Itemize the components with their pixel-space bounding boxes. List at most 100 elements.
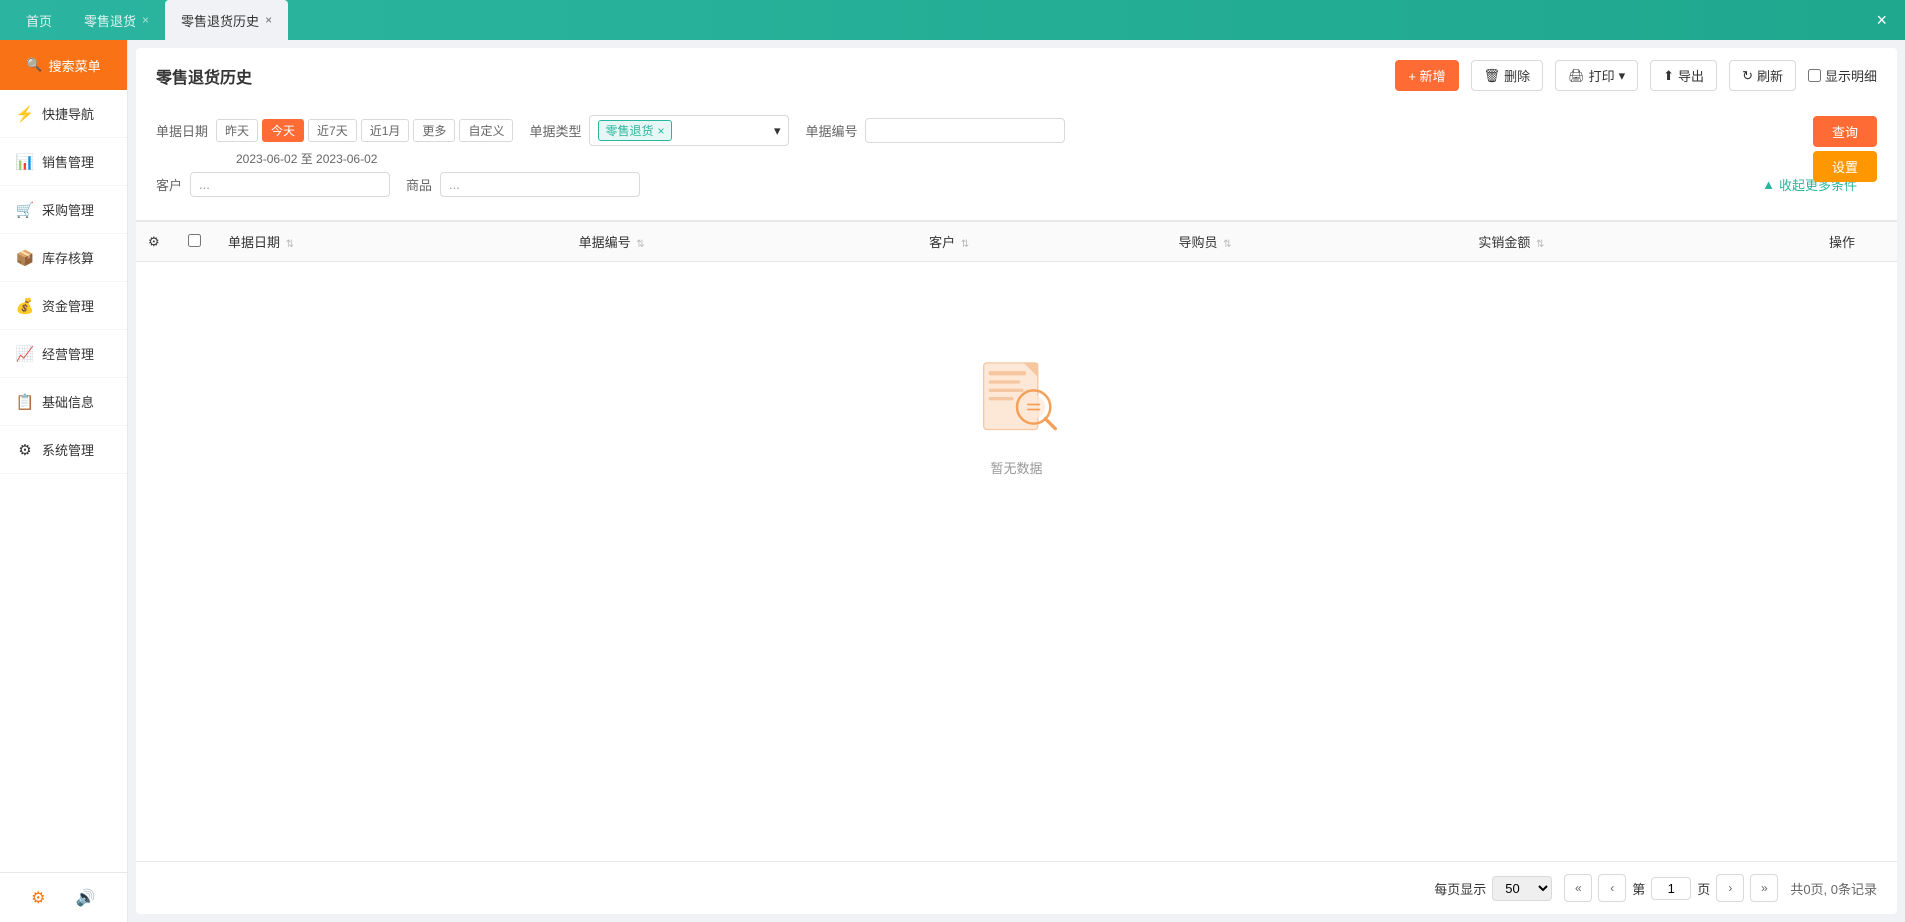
th-checkbox	[176, 222, 216, 262]
pagination-bar: 每页显示 20 50 100 « ‹ 第 1 页 › » 共0页, 0条记	[136, 861, 1897, 914]
pagination-size: 每页显示 20 50 100	[1434, 876, 1552, 901]
date-btn-today[interactable]: 今天	[262, 119, 304, 142]
basic-info-icon: 📋	[16, 393, 34, 411]
sidebar-bottom: ⚙ 🔊	[0, 872, 127, 922]
show-detail-checkbox-label[interactable]: 显示明细	[1808, 66, 1877, 85]
table-wrapper: ⚙ 单据日期 ⇅ 单据编号 ⇅	[136, 221, 1897, 861]
table-header-row: ⚙ 单据日期 ⇅ 单据编号 ⇅	[136, 222, 1897, 262]
prev-page-button[interactable]: ‹	[1598, 874, 1626, 902]
empty-text: 暂无数据	[990, 458, 1042, 477]
select-all-checkbox[interactable]	[188, 234, 201, 247]
th-amount[interactable]: 实销金额 ⇅	[1466, 222, 1817, 262]
th-settings[interactable]: ⚙	[136, 222, 176, 262]
print-dropdown-icon: ▾	[1619, 68, 1626, 84]
tab-retail-return-history-close[interactable]: ×	[265, 13, 272, 27]
sidebar-item-basic-info[interactable]: 📋 基础信息	[0, 378, 127, 426]
content-area: 零售退货历史 + 新增 🗑 删除 🖨 打印 ▾ ⬆	[128, 40, 1905, 922]
sidebar-nav: ⚡ 快捷导航 📊 销售管理 🛒 采购管理 📦 库存核算 💰 资金管理 📈	[0, 90, 127, 872]
quick-nav-icon: ⚡	[16, 105, 34, 123]
refresh-button[interactable]: ↻ 刷新	[1729, 60, 1796, 91]
voucher-filter-label: 单据编号	[805, 121, 857, 140]
show-detail-checkbox[interactable]	[1808, 69, 1821, 82]
collapse-icon: ▲	[1762, 177, 1775, 192]
voucher-input[interactable]	[865, 118, 1065, 143]
settings-bottom-icon[interactable]: ⚙	[31, 888, 45, 908]
date-range-row: 2023-06-02 至 2023-06-02	[156, 150, 1877, 167]
volume-icon[interactable]: 🔊	[76, 888, 96, 908]
operations-icon: 📈	[16, 345, 34, 363]
print-icon: 🖨	[1568, 68, 1585, 84]
query-button[interactable]: 查询	[1813, 116, 1877, 147]
inner-content: 零售退货历史 + 新增 🗑 删除 🖨 打印 ▾ ⬆	[136, 48, 1897, 914]
settings-button[interactable]: 设置	[1813, 151, 1877, 182]
delete-button[interactable]: 🗑 删除	[1471, 60, 1544, 91]
goods-input[interactable]: ...	[440, 172, 640, 197]
sales-icon: 📊	[16, 153, 34, 171]
customer-input[interactable]: ...	[190, 172, 390, 197]
guide-sort-icon: ⇅	[1223, 239, 1231, 250]
table-head: ⚙ 单据日期 ⇅ 单据编号 ⇅	[136, 222, 1897, 262]
tab-retail-return-close[interactable]: ×	[142, 13, 149, 27]
sidebar-item-inventory[interactable]: 📦 库存核算	[0, 234, 127, 282]
system-icon: ⚙	[16, 441, 34, 459]
page-header: 零售退货历史 + 新增 🗑 删除 🖨 打印 ▾ ⬆	[136, 48, 1897, 221]
first-page-button[interactable]: «	[1564, 874, 1592, 902]
type-filter-label: 单据类型	[529, 121, 581, 140]
th-customer[interactable]: 客户 ⇅	[917, 222, 1166, 262]
sidebar-item-purchase[interactable]: 🛒 采购管理	[0, 186, 127, 234]
table-body: 暂无数据	[136, 262, 1897, 558]
next-page-button[interactable]: ›	[1716, 874, 1744, 902]
settings-icon: ⚙	[148, 234, 160, 249]
sidebar-item-quick-nav[interactable]: ⚡ 快捷导航	[0, 90, 127, 138]
page-size-label: 每页显示	[1434, 879, 1486, 898]
export-button[interactable]: ⬆ 导出	[1650, 60, 1717, 91]
page-header-top: 零售退货历史 + 新增 🗑 删除 🖨 打印 ▾ ⬆	[156, 60, 1877, 91]
export-icon: ⬆	[1663, 68, 1674, 84]
empty-state-cell: 暂无数据	[136, 262, 1897, 558]
date-btn-yesterday[interactable]: 昨天	[216, 119, 258, 142]
filter-area: 单据日期 昨天 今天 近7天 近1月 更多 自定义	[156, 103, 1877, 220]
tab-retail-return[interactable]: 零售退货 ×	[68, 0, 165, 40]
sidebar-item-finance[interactable]: 💰 资金管理	[0, 282, 127, 330]
date-btn-more[interactable]: 更多	[413, 119, 455, 142]
inventory-icon: 📦	[16, 249, 34, 267]
th-date[interactable]: 单据日期 ⇅	[216, 222, 567, 262]
print-button[interactable]: 🖨 打印 ▾	[1555, 60, 1638, 91]
filter-goods: 商品 ...	[406, 172, 640, 197]
customer-sort-icon: ⇅	[961, 239, 969, 250]
new-button[interactable]: + 新增	[1395, 60, 1458, 91]
date-btn-1month[interactable]: 近1月	[361, 119, 410, 142]
type-select-tag-container: 零售退货 ×	[598, 120, 671, 141]
page-size-select[interactable]: 20 50 100	[1492, 876, 1552, 901]
header-actions: + 新增 🗑 删除 🖨 打印 ▾ ⬆ 导出	[1395, 60, 1877, 91]
window-close-button[interactable]: ×	[1868, 10, 1895, 31]
th-voucher-no[interactable]: 单据编号 ⇅	[567, 222, 918, 262]
date-btn-custom[interactable]: 自定义	[459, 119, 513, 142]
last-page-button[interactable]: »	[1750, 874, 1778, 902]
type-tag-close[interactable]: ×	[657, 124, 664, 138]
filter-type: 单据类型 零售退货 × ▾	[529, 115, 789, 146]
sidebar-item-sales[interactable]: 📊 销售管理	[0, 138, 127, 186]
tab-retail-return-history[interactable]: 零售退货历史 ×	[165, 0, 288, 40]
page-word: 第	[1632, 879, 1645, 898]
pagination-controls: « ‹ 第 1 页 › »	[1564, 874, 1778, 902]
main-layout: 🔍 搜索菜单 ⚡ 快捷导航 📊 销售管理 🛒 采购管理 📦 库存核算 💰	[0, 40, 1905, 922]
date-sort-icon: ⇅	[286, 239, 294, 250]
sidebar-item-operations[interactable]: 📈 经营管理	[0, 330, 127, 378]
filter-voucher: 单据编号	[805, 118, 1065, 143]
tab-home[interactable]: 首页	[10, 0, 68, 40]
top-bar: 首页 零售退货 × 零售退货历史 × ×	[0, 0, 1905, 40]
type-tag: 零售退货 ×	[598, 120, 671, 141]
sidebar-item-system[interactable]: ⚙ 系统管理	[0, 426, 127, 474]
page-label: 页	[1697, 879, 1710, 898]
customer-filter-label: 客户	[156, 175, 182, 194]
date-btn-7days[interactable]: 近7天	[308, 119, 357, 142]
type-select[interactable]: 零售退货 × ▾	[589, 115, 789, 146]
amount-sort-icon: ⇅	[1536, 239, 1544, 250]
type-select-arrow: ▾	[774, 123, 781, 139]
page-number-input[interactable]: 1	[1651, 877, 1691, 900]
sidebar-search[interactable]: 🔍 搜索菜单	[0, 40, 127, 90]
th-guide[interactable]: 导购员 ⇅	[1166, 222, 1466, 262]
page-summary: 共0页, 0条记录	[1790, 879, 1877, 898]
empty-state-row: 暂无数据	[136, 262, 1897, 558]
